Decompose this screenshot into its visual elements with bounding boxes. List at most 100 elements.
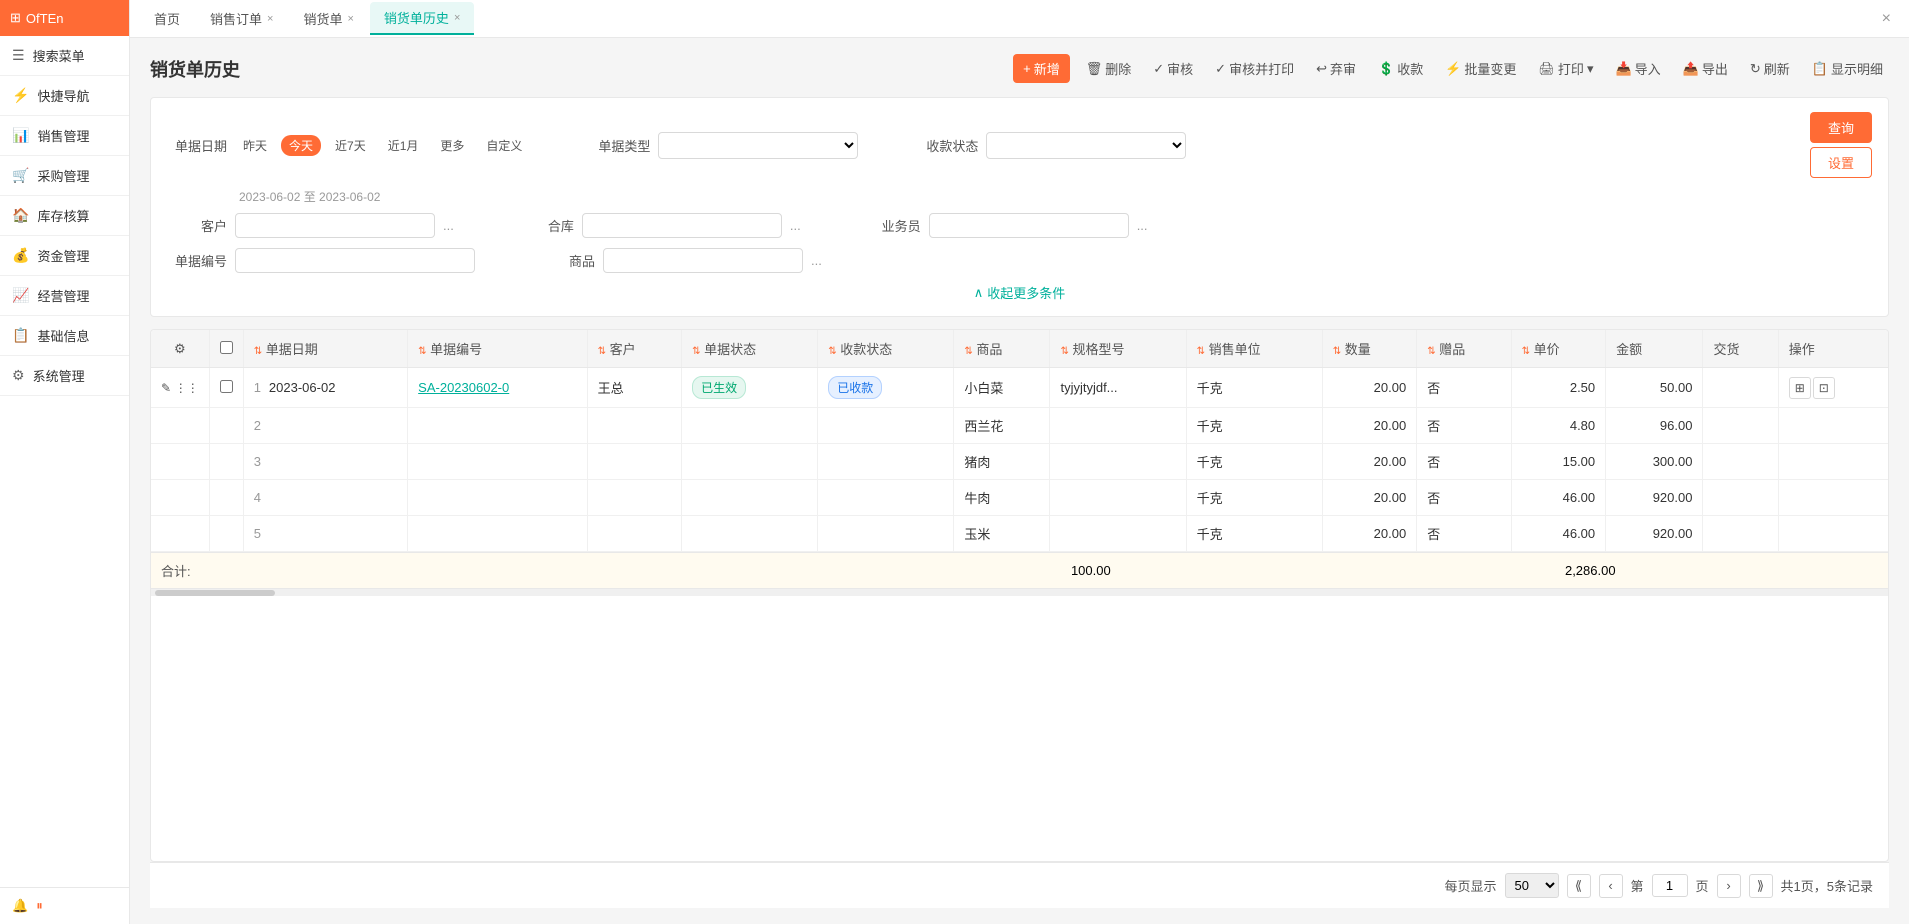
close-all-tabs-button[interactable]: × [1874,10,1899,28]
row-more-icon[interactable]: ⋮⋮ [175,381,199,395]
sidebar-item-search-menu[interactable]: ☰ 搜索菜单 [0,36,129,76]
col-unit-price[interactable]: ⇅ 单价 [1511,330,1605,368]
sidebar-item-purchase-mgmt[interactable]: 🛒 采购管理 [0,156,129,196]
row-view-btn[interactable]: ⊞ [1789,377,1811,399]
col-amount: 金额 [1606,330,1703,368]
tab-sales-delivery[interactable]: 销货单 × [289,3,367,34]
tab-home[interactable]: 首页 [140,3,194,34]
audit-print-button[interactable]: ✓ 审核并打印 [1209,56,1300,81]
first-page-button[interactable]: ⟪ [1567,874,1591,898]
date-btn-yesterday[interactable]: 昨天 [235,135,275,156]
horizontal-scrollbar[interactable] [151,588,1888,596]
query-button[interactable]: 查询 [1810,112,1872,143]
tab-sales-history-label: 销货单历史 [384,8,449,27]
add-button[interactable]: + 新增 [1013,54,1070,83]
import-button[interactable]: 📥 导入 [1609,56,1666,81]
date-btn-1month[interactable]: 近1月 [380,135,427,156]
cell-sales-unit: 千克 [1186,516,1322,552]
filter-docnum-group: 单据编号 [167,248,475,273]
cell-spec-type [1050,480,1186,516]
cell-customer [587,516,681,552]
filter-payment-select[interactable] [986,132,1186,159]
filter-doctype-label: 单据类型 [590,136,650,155]
filter-docnum-input[interactable] [235,248,475,273]
cell-quantity: 20.00 [1322,408,1416,444]
page-size-select[interactable]: 50 10 20 100 [1505,873,1559,898]
customer-picker-btn[interactable]: ... [443,218,454,233]
current-page-input[interactable] [1652,874,1688,897]
col-doc-status[interactable]: ⇅ 单据状态 [682,330,818,368]
warehouse-picker-btn[interactable]: ... [790,218,801,233]
sidebar-item-inventory[interactable]: 🏠 库存核算 [0,196,129,236]
filter-docnum-label: 单据编号 [167,251,227,270]
show-detail-button[interactable]: 📋 显示明细 [1806,56,1889,81]
query-set-group: 查询 设置 [1810,112,1872,178]
footer-values: 100.00 2,286.00 [221,563,1878,578]
doc-num-link[interactable]: SA-20230602-0 [418,380,509,395]
goods-picker-btn[interactable]: ... [811,253,822,268]
tab-sales-order-close[interactable]: × [267,13,273,25]
sidebar-item-finance[interactable]: 💰 资金管理 [0,236,129,276]
collect-button[interactable]: 💲 收款 [1372,56,1429,81]
collapse-filter-btn[interactable]: ∧ 收起更多条件 [167,283,1872,302]
col-customer[interactable]: ⇅ 客户 [587,330,681,368]
filter-warehouse-input[interactable] [582,213,782,238]
col-transaction: 交货 [1703,330,1778,368]
tab-sales-history-close[interactable]: × [454,12,460,24]
select-all-checkbox[interactable] [220,341,233,354]
next-page-button[interactable]: › [1717,874,1741,898]
sort-icon: ⇅ [964,346,972,357]
cell-quantity: 20.00 [1322,480,1416,516]
col-doc-date[interactable]: ⇅ 单据日期 [243,330,407,368]
purchase-mgmt-icon: 🛒 [12,167,29,184]
audit-button[interactable]: ✓ 审核 [1147,56,1199,81]
col-gift[interactable]: ⇅ 赠品 [1417,330,1511,368]
quick-nav-icon: ⚡ [12,87,29,104]
tab-sales-delivery-close[interactable]: × [347,13,353,25]
pause-icon[interactable]: ⏸ [36,898,43,914]
abandon-button[interactable]: ↩ 弃审 [1310,56,1362,81]
set-button[interactable]: 设置 [1810,147,1872,178]
row-checkbox[interactable] [220,380,233,393]
date-btn-more[interactable]: 更多 [432,135,472,156]
date-btn-today[interactable]: 今天 [281,135,321,156]
sidebar-item-quick-nav[interactable]: ⚡ 快捷导航 [0,76,129,116]
sidebar-item-sales-mgmt[interactable]: 📊 销售管理 [0,116,129,156]
filter-customer-input[interactable] [235,213,435,238]
col-spec-type[interactable]: ⇅ 规格型号 [1050,330,1186,368]
tab-sales-order[interactable]: 销售订单 × [196,3,287,34]
refresh-button[interactable]: ↻ 刷新 [1744,56,1796,81]
row-copy-btn[interactable]: ⊡ [1813,377,1835,399]
col-goods[interactable]: ⇅ 商品 [954,330,1050,368]
row-edit-icon[interactable]: ✎ [161,381,171,395]
col-settings[interactable]: ⚙ [151,330,209,368]
date-btn-7days[interactable]: 近7天 [327,135,374,156]
filter-salesperson-input[interactable] [929,213,1129,238]
cell-transaction [1703,368,1778,408]
notification-icon[interactable]: 🔔 [12,898,28,914]
date-btn-custom[interactable]: 自定义 [478,135,530,156]
cell-goods: 西兰花 [954,408,1050,444]
scroll-thumb[interactable] [155,590,275,596]
print-button[interactable]: 🖨 打印 ▾ [1532,56,1599,81]
filter-goods-input[interactable] [603,248,803,273]
table-header-row: ⚙ ⇅ 单据日期 ⇅ 单据编号 ⇅ [151,330,1888,368]
filter-doctype-select[interactable] [658,132,858,159]
sidebar-item-sys-mgmt[interactable]: ⚙ 系统管理 [0,356,129,396]
sidebar-item-basic-info[interactable]: 📋 基础信息 [0,316,129,356]
export-button[interactable]: 📤 导出 [1677,56,1734,81]
delete-button[interactable]: 🗑 删除 [1080,56,1138,81]
sidebar-item-ops[interactable]: 📈 经营管理 [0,276,129,316]
tab-sales-history[interactable]: 销货单历史 × [370,2,474,35]
last-page-button[interactable]: ⟫ [1749,874,1773,898]
col-doc-num[interactable]: ⇅ 单据编号 [408,330,587,368]
col-quantity[interactable]: ⇅ 数量 [1322,330,1416,368]
batch-change-button[interactable]: ⚡ 批量变更 [1439,56,1522,81]
salesperson-picker-btn[interactable]: ... [1137,218,1148,233]
filter-payment-group: 收款状态 [918,132,1186,159]
cell-operation: ⊞⊡ [1778,368,1888,408]
sort-icon: ⇅ [598,346,606,357]
col-sales-unit[interactable]: ⇅ 销售单位 [1186,330,1322,368]
col-payment-status[interactable]: ⇅ 收款状态 [818,330,954,368]
prev-page-button[interactable]: ‹ [1599,874,1623,898]
